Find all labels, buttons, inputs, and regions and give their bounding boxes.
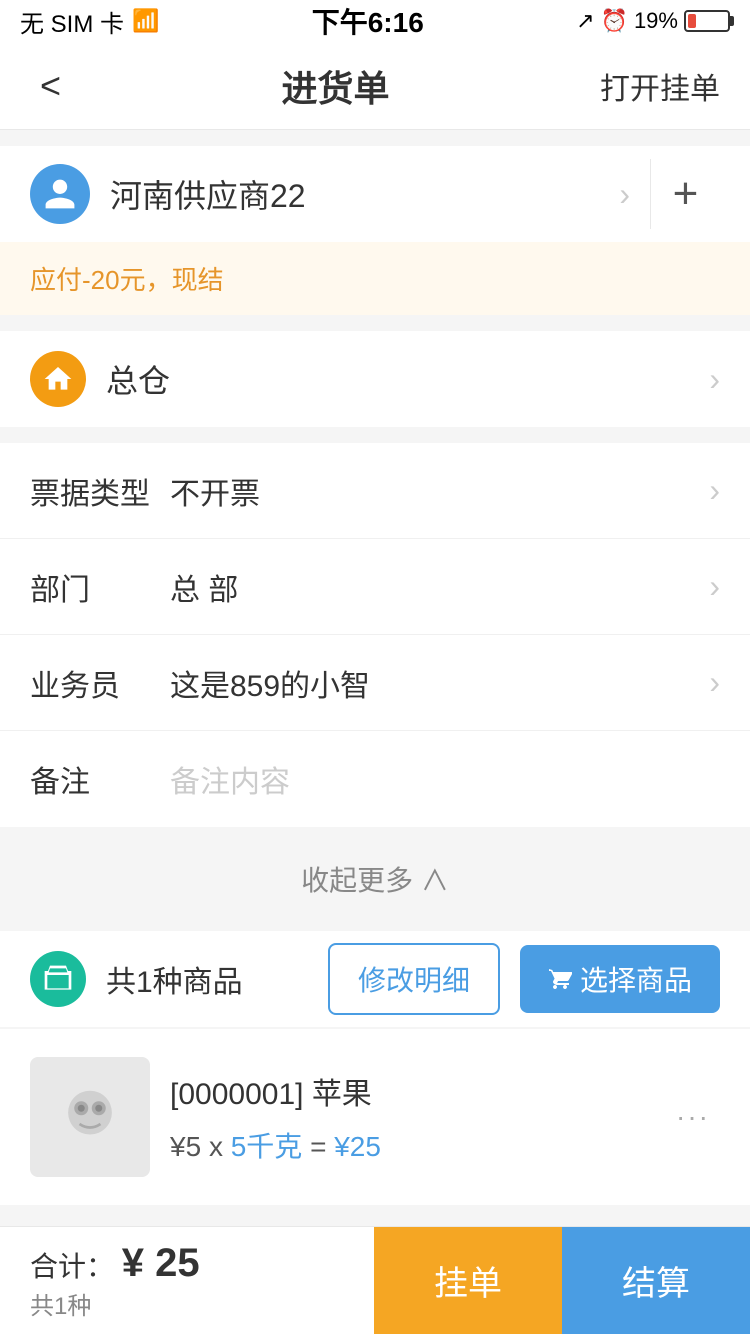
product-unit-price: ¥5: [170, 1131, 201, 1162]
supplier-section: 河南供应商22 › + 应付-20元，现结: [0, 146, 750, 315]
invoice-type-label: 票据类型: [30, 469, 170, 513]
product-item: [0000001] 苹果 ¥5 x 5千克 = ¥25 ···: [0, 1029, 750, 1205]
home-icon: [42, 363, 74, 395]
battery-icon: [684, 10, 730, 32]
checkout-button[interactable]: 结算: [562, 1227, 750, 1334]
shopping-bag-icon: [42, 963, 74, 995]
status-right: ↗ ⏰ 19%: [576, 8, 730, 34]
product-equals: =: [310, 1131, 334, 1162]
product-image-placeholder: [55, 1082, 125, 1152]
warehouse-section: 总仓 ›: [0, 331, 750, 427]
battery-percent: 19%: [634, 8, 678, 34]
top-divider: [0, 130, 750, 146]
nav-bar: < 进货单 打开挂单: [0, 42, 750, 130]
salesperson-row[interactable]: 业务员 这是859的小智 ›: [0, 635, 750, 731]
select-product-icon: [548, 967, 572, 991]
remark-value: 备注内容: [170, 757, 720, 801]
total-count-label: 共1种: [30, 1286, 344, 1321]
total-section: 合计： ¥ 25 共1种: [0, 1227, 374, 1334]
warehouse-name: 总仓: [106, 356, 699, 402]
person-icon: [42, 176, 78, 212]
product-name-label: [0000001] 苹果: [170, 1069, 646, 1113]
department-row[interactable]: 部门 总 部 ›: [0, 539, 750, 635]
edit-detail-button[interactable]: 修改明细: [328, 943, 500, 1015]
open-pending-button[interactable]: 打开挂单: [600, 64, 720, 108]
product-section-icon: [30, 951, 86, 1007]
bottom-bar: 合计： ¥ 25 共1种 挂单 结算: [0, 1226, 750, 1334]
supplier-avatar: [30, 164, 90, 224]
supplier-chevron: ›: [619, 176, 630, 213]
warehouse-chevron: ›: [709, 361, 720, 398]
status-bar: 无 SIM 卡 📶 下午6:16 ↗ ⏰ 19%: [0, 0, 750, 42]
remark-row[interactable]: 备注 备注内容: [0, 731, 750, 827]
product-multiply: x: [209, 1131, 231, 1162]
product-info: [0000001] 苹果 ¥5 x 5千克 = ¥25: [170, 1069, 646, 1165]
back-button[interactable]: <: [30, 55, 71, 117]
invoice-chevron: ›: [709, 472, 720, 509]
department-chevron: ›: [709, 568, 720, 605]
salesperson-chevron: ›: [709, 664, 720, 701]
form-section: 票据类型 不开票 › 部门 总 部 › 业务员 这是859的小智 › 备注 备注…: [0, 443, 750, 827]
collapse-more-button[interactable]: 收起更多 ∧: [0, 843, 750, 915]
department-label: 部门: [30, 565, 170, 609]
carrier-label: 无 SIM 卡: [20, 4, 124, 39]
department-value: 总 部: [170, 565, 699, 609]
supplier-name: 河南供应商22: [110, 171, 609, 217]
salesperson-label: 业务员: [30, 661, 170, 705]
alert-banner: 应付-20元，现结: [0, 242, 750, 315]
total-amount: ¥ 25: [122, 1241, 200, 1285]
hang-button[interactable]: 挂单: [374, 1227, 562, 1334]
total-row: 合计： ¥ 25: [30, 1241, 344, 1286]
wifi-icon: 📶: [132, 8, 159, 34]
product-quantity: 5千克: [231, 1131, 303, 1162]
add-button[interactable]: +: [650, 159, 720, 229]
product-header: 共1种商品 修改明细 选择商品: [0, 931, 750, 1027]
total-label: 合计：: [30, 1251, 114, 1282]
select-product-button[interactable]: 选择商品: [520, 945, 720, 1013]
status-left: 无 SIM 卡 📶: [20, 4, 159, 39]
product-title: 苹果: [312, 1078, 372, 1111]
alarm-icon: ⏰: [601, 8, 628, 34]
location-icon: ↗: [576, 8, 594, 34]
invoice-type-row[interactable]: 票据类型 不开票 ›: [0, 443, 750, 539]
product-more-button[interactable]: ···: [666, 1091, 720, 1143]
time-label: 下午6:16: [312, 1, 424, 41]
page-title: 进货单: [282, 60, 390, 112]
remark-label: 备注: [30, 757, 170, 801]
product-code: [0000001]: [170, 1078, 303, 1111]
supplier-row[interactable]: 河南供应商22 › +: [0, 146, 750, 242]
select-product-label: 选择商品: [580, 959, 692, 999]
product-total: ¥25: [334, 1131, 381, 1162]
salesperson-value: 这是859的小智: [170, 661, 699, 705]
product-price-label: ¥5 x 5千克 = ¥25: [170, 1125, 646, 1165]
warehouse-row[interactable]: 总仓 ›: [0, 331, 750, 427]
warehouse-icon: [30, 351, 86, 407]
product-thumbnail: [30, 1057, 150, 1177]
product-count-label: 共1种商品: [106, 957, 308, 1001]
invoice-type-value: 不开票: [170, 469, 699, 513]
